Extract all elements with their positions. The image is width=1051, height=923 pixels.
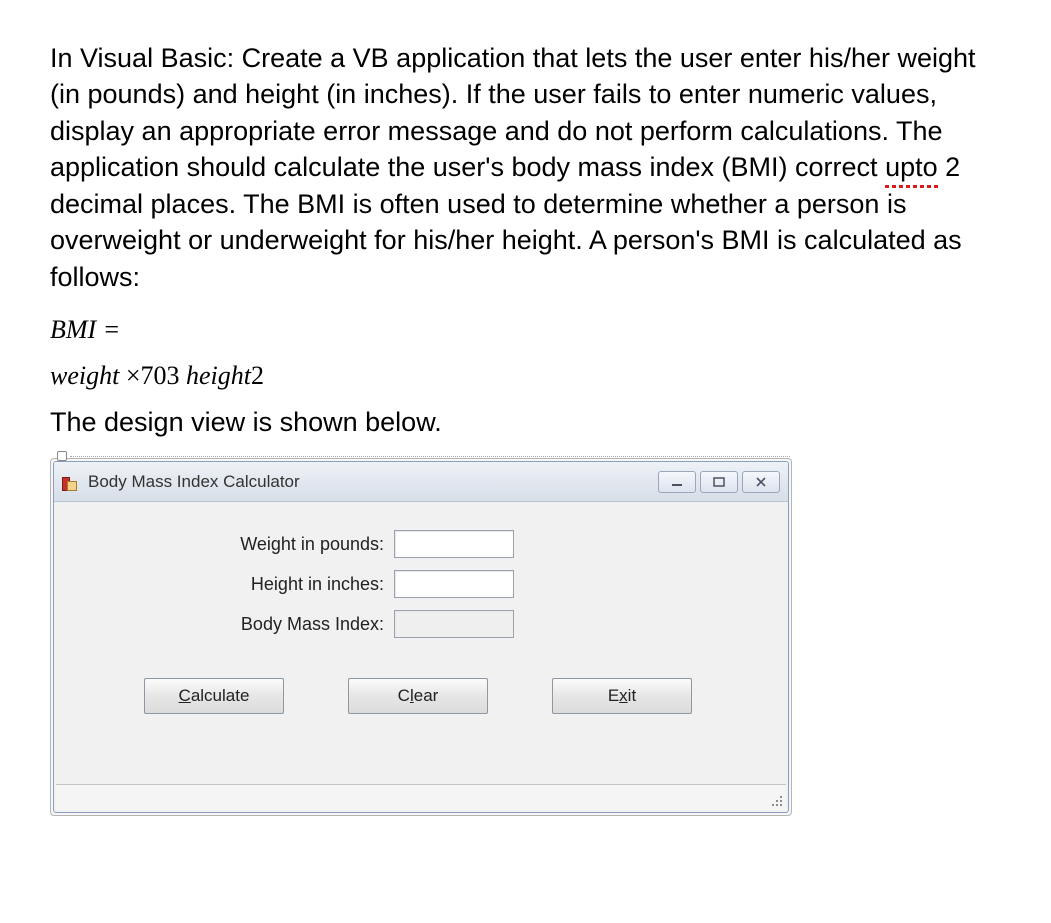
formula-line-2: weight ×703 height2 — [50, 361, 1001, 391]
label-weight: Weight in pounds: — [194, 534, 394, 555]
calculate-button[interactable]: Calculate — [144, 678, 284, 714]
designer-frame: Body Mass Index Calculator Weight in pou… — [50, 458, 792, 816]
design-caption: The design view is shown below. — [50, 407, 1001, 438]
maximize-button[interactable] — [700, 471, 738, 493]
input-weight[interactable] — [394, 530, 514, 558]
clear-button[interactable]: Clear — [348, 678, 488, 714]
input-height[interactable] — [394, 570, 514, 598]
formula-line-1: BMI = — [50, 315, 1001, 345]
close-button[interactable] — [742, 471, 780, 493]
window-title: Body Mass Index Calculator — [88, 472, 300, 492]
button-row: Calculate Clear Exit — [144, 678, 758, 714]
resize-handle-icon[interactable] — [57, 451, 67, 461]
minimize-button[interactable] — [658, 471, 696, 493]
para-text-a: In Visual Basic: Create a VB application… — [50, 43, 976, 182]
label-height: Height in inches: — [194, 574, 394, 595]
resize-grip-icon[interactable] — [768, 792, 782, 806]
form-client-area: Weight in pounds: Height in inches: Body… — [54, 502, 788, 784]
spellcheck-error: upto — [885, 149, 938, 185]
titlebar: Body Mass Index Calculator — [54, 462, 788, 502]
row-height: Height in inches: — [194, 570, 758, 598]
row-weight: Weight in pounds: — [194, 530, 758, 558]
window-controls — [658, 471, 780, 493]
status-bar — [56, 784, 786, 810]
label-bmi: Body Mass Index: — [194, 614, 394, 635]
problem-statement: In Visual Basic: Create a VB application… — [50, 40, 1001, 295]
title-left: Body Mass Index Calculator — [62, 472, 300, 492]
output-bmi — [394, 610, 514, 638]
form-icon — [62, 473, 80, 491]
exit-button[interactable]: Exit — [552, 678, 692, 714]
row-bmi: Body Mass Index: — [194, 610, 758, 638]
app-window: Body Mass Index Calculator Weight in pou… — [53, 461, 789, 813]
